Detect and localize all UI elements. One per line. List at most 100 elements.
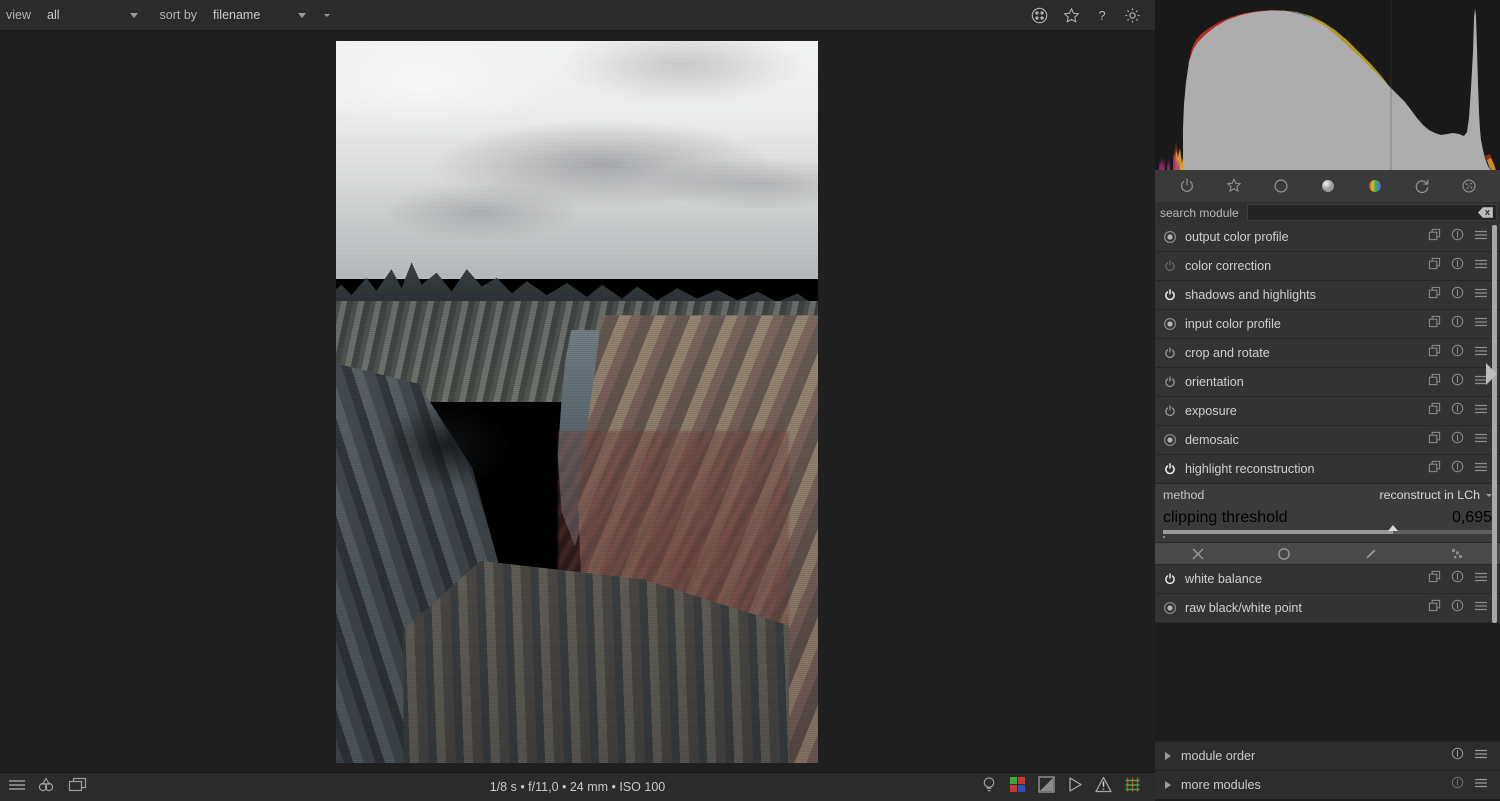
presets-menu-icon[interactable] xyxy=(1474,570,1488,588)
reset-icon[interactable] xyxy=(1451,344,1464,362)
power-icon-on[interactable] xyxy=(1163,572,1183,586)
presets-menu-icon[interactable] xyxy=(1474,344,1488,362)
right-panel-collapse-arrow[interactable] xyxy=(1486,363,1497,385)
overexposed-warning-icon[interactable] xyxy=(1095,776,1112,798)
reset-icon[interactable] xyxy=(1451,776,1464,794)
module-row-shadows-and-highlights[interactable]: shadows and highlights xyxy=(1155,281,1500,310)
presets-menu-icon[interactable] xyxy=(1474,257,1488,275)
tab-active-modules[interactable] xyxy=(1173,172,1201,200)
presets-menu-icon[interactable] xyxy=(1474,776,1488,794)
presets-menu-icon[interactable] xyxy=(1474,747,1488,765)
raw-overexposed-icon[interactable] xyxy=(1124,776,1141,798)
slider-track[interactable] xyxy=(1163,525,1492,538)
method-value[interactable]: reconstruct in LCh xyxy=(1379,488,1480,502)
module-row-demosaic[interactable]: demosaic xyxy=(1155,426,1500,455)
duplicate-window-icon[interactable] xyxy=(68,777,87,797)
lightbulb-icon[interactable] xyxy=(981,776,997,798)
reset-icon[interactable] xyxy=(1451,257,1464,275)
power-icon-off[interactable] xyxy=(1163,259,1183,273)
color-checker-icon[interactable] xyxy=(1009,776,1026,798)
always-on-icon[interactable] xyxy=(1163,601,1183,615)
power-icon-on[interactable] xyxy=(1163,288,1183,302)
star-icon[interactable] xyxy=(1063,7,1080,24)
mask-parametric-icon[interactable] xyxy=(1440,544,1474,564)
reset-icon[interactable] xyxy=(1451,228,1464,246)
module-row-raw-black-white-point[interactable]: raw black/white point xyxy=(1155,594,1500,623)
multi-instance-icon[interactable] xyxy=(1428,460,1441,478)
tab-effects[interactable] xyxy=(1455,172,1483,200)
mask-off-icon[interactable] xyxy=(1181,544,1215,564)
reset-icon[interactable] xyxy=(1451,599,1464,617)
power-icon-off[interactable] xyxy=(1163,346,1183,360)
sort-by-value[interactable]: filename xyxy=(213,8,260,22)
tab-grading[interactable] xyxy=(1314,172,1342,200)
tab-correct[interactable] xyxy=(1408,172,1436,200)
module-row-highlight-reconstruction[interactable]: highlight reconstruction xyxy=(1155,455,1500,484)
presets-menu-icon[interactable] xyxy=(1474,228,1488,246)
presets-menu-icon[interactable] xyxy=(1474,286,1488,304)
compare-shapes-icon[interactable] xyxy=(38,777,56,797)
hamburger-menu-icon[interactable] xyxy=(8,778,26,797)
sort-direction-caret[interactable] xyxy=(324,13,331,17)
presets-menu-icon[interactable] xyxy=(1474,431,1488,449)
module-row-color-correction[interactable]: color correction xyxy=(1155,252,1500,281)
always-on-icon[interactable] xyxy=(1163,433,1183,447)
reset-icon[interactable] xyxy=(1451,431,1464,449)
gamut-gradient-icon[interactable] xyxy=(1038,776,1055,798)
presets-menu-icon[interactable] xyxy=(1474,315,1488,333)
presets-menu-icon[interactable] xyxy=(1474,460,1488,478)
reset-icon[interactable] xyxy=(1451,373,1464,391)
multi-instance-icon[interactable] xyxy=(1428,286,1441,304)
presets-menu-icon[interactable] xyxy=(1474,599,1488,617)
reset-icon[interactable] xyxy=(1451,315,1464,333)
edited-photo[interactable] xyxy=(336,41,818,763)
darkroom-canvas[interactable] xyxy=(0,31,1155,772)
module-row-orientation[interactable]: orientation xyxy=(1155,368,1500,397)
gear-icon[interactable] xyxy=(1124,7,1141,24)
power-icon-off[interactable] xyxy=(1163,375,1183,389)
clear-backspace-icon[interactable] xyxy=(1477,206,1494,224)
grid-circle-icon[interactable] xyxy=(1031,7,1048,24)
reset-icon[interactable] xyxy=(1451,747,1464,765)
module-row-exposure[interactable]: exposure xyxy=(1155,397,1500,426)
view-value[interactable]: all xyxy=(47,8,60,22)
module-row-input-color-profile[interactable]: input color profile xyxy=(1155,310,1500,339)
view-dropdown-caret[interactable] xyxy=(129,12,138,18)
module-list-scrollbar[interactable] xyxy=(1492,225,1497,623)
footer-row-more-modules[interactable]: more modules xyxy=(1155,770,1500,799)
reset-icon[interactable] xyxy=(1451,460,1464,478)
multi-instance-icon[interactable] xyxy=(1428,570,1441,588)
sort-dropdown-caret[interactable] xyxy=(298,12,307,18)
module-row-white-balance[interactable]: white balance xyxy=(1155,565,1500,594)
multi-instance-icon[interactable] xyxy=(1428,599,1441,617)
power-icon-on[interactable] xyxy=(1163,462,1183,476)
mask-uniformly-icon[interactable] xyxy=(1267,544,1301,564)
module-row-crop-and-rotate[interactable]: crop and rotate xyxy=(1155,339,1500,368)
multi-instance-icon[interactable] xyxy=(1428,228,1441,246)
footer-row-module-order[interactable]: module order xyxy=(1155,741,1500,770)
multi-instance-icon[interactable] xyxy=(1428,344,1441,362)
presets-menu-icon[interactable] xyxy=(1474,402,1488,420)
multi-instance-icon[interactable] xyxy=(1428,315,1441,333)
module-row-output-color-profile[interactable]: output color profile xyxy=(1155,223,1500,252)
expander-triangle-icon[interactable] xyxy=(1165,781,1171,789)
play-triangle-icon[interactable] xyxy=(1067,776,1083,798)
search-module-input[interactable] xyxy=(1247,204,1497,221)
method-row[interactable]: method reconstruct in LCh xyxy=(1163,488,1492,507)
multi-instance-icon[interactable] xyxy=(1428,257,1441,275)
reset-icon[interactable] xyxy=(1451,402,1464,420)
multi-instance-icon[interactable] xyxy=(1428,402,1441,420)
mask-drawn-icon[interactable] xyxy=(1354,544,1388,564)
tab-favorites[interactable] xyxy=(1220,172,1248,200)
tab-color[interactable] xyxy=(1361,172,1389,200)
rgb-histogram[interactable] xyxy=(1155,0,1500,170)
tab-technical[interactable] xyxy=(1267,172,1295,200)
power-icon-off[interactable] xyxy=(1163,404,1183,418)
help-icon[interactable]: ? xyxy=(1095,7,1109,24)
clipping-threshold-slider[interactable]: clipping threshold 0,695 xyxy=(1163,509,1492,538)
reset-icon[interactable] xyxy=(1451,286,1464,304)
multi-instance-icon[interactable] xyxy=(1428,431,1441,449)
expander-triangle-icon[interactable] xyxy=(1165,752,1171,760)
always-on-icon[interactable] xyxy=(1163,230,1183,244)
reset-icon[interactable] xyxy=(1451,570,1464,588)
